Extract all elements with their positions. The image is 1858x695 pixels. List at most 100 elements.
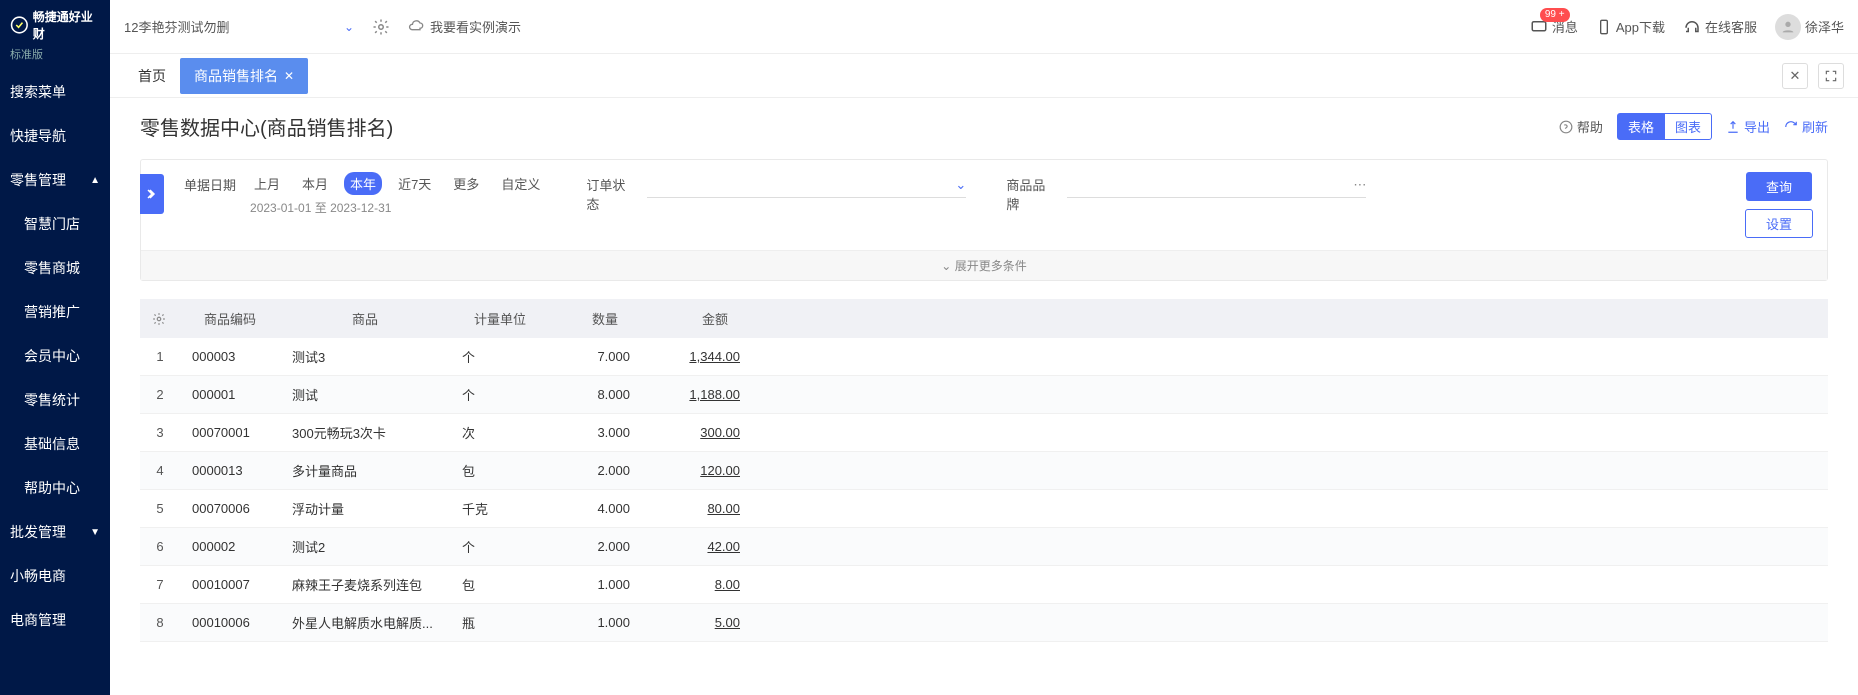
- cell-amount[interactable]: 120.00: [660, 452, 770, 490]
- table-row[interactable]: 700010007麻辣王子麦烧系列连包包1.0008.00: [140, 566, 1828, 604]
- chip-last-month[interactable]: 上月: [248, 172, 286, 195]
- settings-button[interactable]: 设置: [1745, 209, 1813, 238]
- cell-product: 外星人电解质水电解质...: [280, 604, 450, 642]
- page-title: 零售数据中心(商品销售排名): [140, 112, 393, 141]
- sidebar-ecom2[interactable]: 电商管理: [0, 598, 110, 642]
- table-row[interactable]: 6000002测试2个2.00042.00: [140, 528, 1828, 566]
- chip-this-month[interactable]: 本月: [296, 172, 334, 195]
- sidebar-retail[interactable]: 零售管理▲: [0, 158, 110, 202]
- cell-unit: 瓶: [450, 604, 550, 642]
- sidebar-item-marketing[interactable]: 营销推广: [0, 290, 110, 334]
- headset-icon: [1683, 18, 1701, 36]
- tab-product-sales-rank[interactable]: 商品销售排名 ✕: [180, 58, 308, 94]
- cell-amount[interactable]: 1,344.00: [660, 338, 770, 376]
- cell-unit: 个: [450, 376, 550, 414]
- cell-unit: 个: [450, 338, 550, 376]
- chip-last7[interactable]: 近7天: [392, 172, 437, 195]
- sidebar-item-basic-info[interactable]: 基础信息: [0, 422, 110, 466]
- sidebar-item-retail-mall[interactable]: 零售商城: [0, 246, 110, 290]
- cell-code: 00070001: [180, 414, 280, 452]
- avatar-icon: [1775, 14, 1801, 40]
- brand-name: 畅捷通好业财: [33, 8, 100, 42]
- cell-amount[interactable]: 300.00: [660, 414, 770, 452]
- sidebar-wholesale[interactable]: 批发管理▼: [0, 510, 110, 554]
- help-link[interactable]: 帮助: [1559, 117, 1603, 136]
- refresh-icon: [1784, 120, 1798, 134]
- fullscreen-button[interactable]: [1818, 63, 1844, 89]
- chevron-down-icon: ⌄: [941, 259, 954, 273]
- cell-code: 0000013: [180, 452, 280, 490]
- collapse-handle[interactable]: [140, 174, 164, 214]
- view-toggle: 表格 图表: [1617, 113, 1712, 140]
- cell-amount[interactable]: 80.00: [660, 490, 770, 528]
- sidebar-search-menu[interactable]: 搜索菜单: [0, 70, 110, 114]
- date-label: 单据日期: [184, 172, 236, 194]
- sidebar-item-retail-stats[interactable]: 零售统计: [0, 378, 110, 422]
- cell-product: 麻辣王子麦烧系列连包: [280, 566, 450, 604]
- table-row[interactable]: 1000003测试3个7.0001,344.00: [140, 338, 1828, 376]
- cell-index: 2: [140, 376, 180, 414]
- cell-amount[interactable]: 8.00: [660, 566, 770, 604]
- cell-code: 00070006: [180, 490, 280, 528]
- org-selector[interactable]: 12李艳芬测试勿删 ⌄: [124, 17, 354, 36]
- online-support[interactable]: 在线客服: [1683, 17, 1757, 36]
- sidebar-item-smart-store[interactable]: 智慧门店: [0, 202, 110, 246]
- chip-more[interactable]: 更多: [447, 172, 485, 195]
- logo-icon: [10, 15, 29, 35]
- sidebar-ecom1[interactable]: 小畅电商: [0, 554, 110, 598]
- chevron-down-icon: ⌄: [955, 177, 966, 193]
- demo-link[interactable]: 我要看实例演示: [408, 17, 521, 36]
- tab-home[interactable]: 首页: [124, 58, 180, 94]
- toggle-chart[interactable]: 图表: [1665, 113, 1712, 140]
- gear-icon: [152, 312, 166, 326]
- cell-qty: 8.000: [550, 376, 660, 414]
- cell-unit: 包: [450, 452, 550, 490]
- edition-label: 标准版: [0, 46, 110, 70]
- cell-index: 8: [140, 604, 180, 642]
- phone-icon: [1596, 18, 1612, 36]
- sidebar-quicknav[interactable]: 快捷导航: [0, 114, 110, 158]
- cell-amount[interactable]: 42.00: [660, 528, 770, 566]
- user-menu[interactable]: 徐泽华: [1775, 14, 1844, 40]
- brand-input[interactable]: ⋯: [1067, 172, 1366, 198]
- refresh-button[interactable]: 刷新: [1784, 117, 1828, 136]
- cell-product: 测试3: [280, 338, 450, 376]
- gear-icon[interactable]: [372, 18, 390, 36]
- expand-more[interactable]: ⌄ 展开更多条件: [141, 250, 1827, 280]
- col-amount: 金额: [660, 299, 770, 338]
- table-row[interactable]: 40000013多计量商品包2.000120.00: [140, 452, 1828, 490]
- export-button[interactable]: 导出: [1726, 117, 1770, 136]
- table-row[interactable]: 300070001300元畅玩3次卡次3.000300.00: [140, 414, 1828, 452]
- chip-this-year[interactable]: 本年: [344, 172, 382, 195]
- app-download[interactable]: App下载: [1596, 17, 1665, 36]
- table-settings-header[interactable]: [140, 299, 180, 338]
- ellipsis-icon: ⋯: [1353, 177, 1366, 193]
- export-icon: [1726, 120, 1740, 134]
- order-status-select[interactable]: ⌄: [647, 172, 966, 198]
- brand-label: 商品品牌: [1006, 172, 1055, 213]
- cell-amount[interactable]: 5.00: [660, 604, 770, 642]
- cell-unit: 千克: [450, 490, 550, 528]
- query-button[interactable]: 查询: [1746, 172, 1812, 201]
- date-range: 2023-01-01 至 2023-12-31: [248, 199, 546, 216]
- messages-button[interactable]: 99 + 消息: [1530, 17, 1578, 36]
- chevron-right-icon: [146, 188, 158, 200]
- cell-index: 4: [140, 452, 180, 490]
- cell-qty: 1.000: [550, 604, 660, 642]
- chip-custom[interactable]: 自定义: [495, 172, 546, 195]
- close-icon[interactable]: ✕: [284, 69, 294, 83]
- cell-code: 000003: [180, 338, 280, 376]
- table-row[interactable]: 800010006外星人电解质水电解质...瓶1.0005.00: [140, 604, 1828, 642]
- col-qty: 数量: [550, 299, 660, 338]
- cell-index: 1: [140, 338, 180, 376]
- table-row[interactable]: 500070006浮动计量千克4.00080.00: [140, 490, 1828, 528]
- fullscreen-icon: [1824, 69, 1838, 83]
- cell-code: 00010006: [180, 604, 280, 642]
- toggle-table[interactable]: 表格: [1617, 113, 1665, 140]
- question-icon: [1559, 120, 1573, 134]
- tab-close-all-button[interactable]: ✕: [1782, 63, 1808, 89]
- sidebar-item-member[interactable]: 会员中心: [0, 334, 110, 378]
- cell-amount[interactable]: 1,188.00: [660, 376, 770, 414]
- sidebar-item-help-center[interactable]: 帮助中心: [0, 466, 110, 510]
- table-row[interactable]: 2000001测试个8.0001,188.00: [140, 376, 1828, 414]
